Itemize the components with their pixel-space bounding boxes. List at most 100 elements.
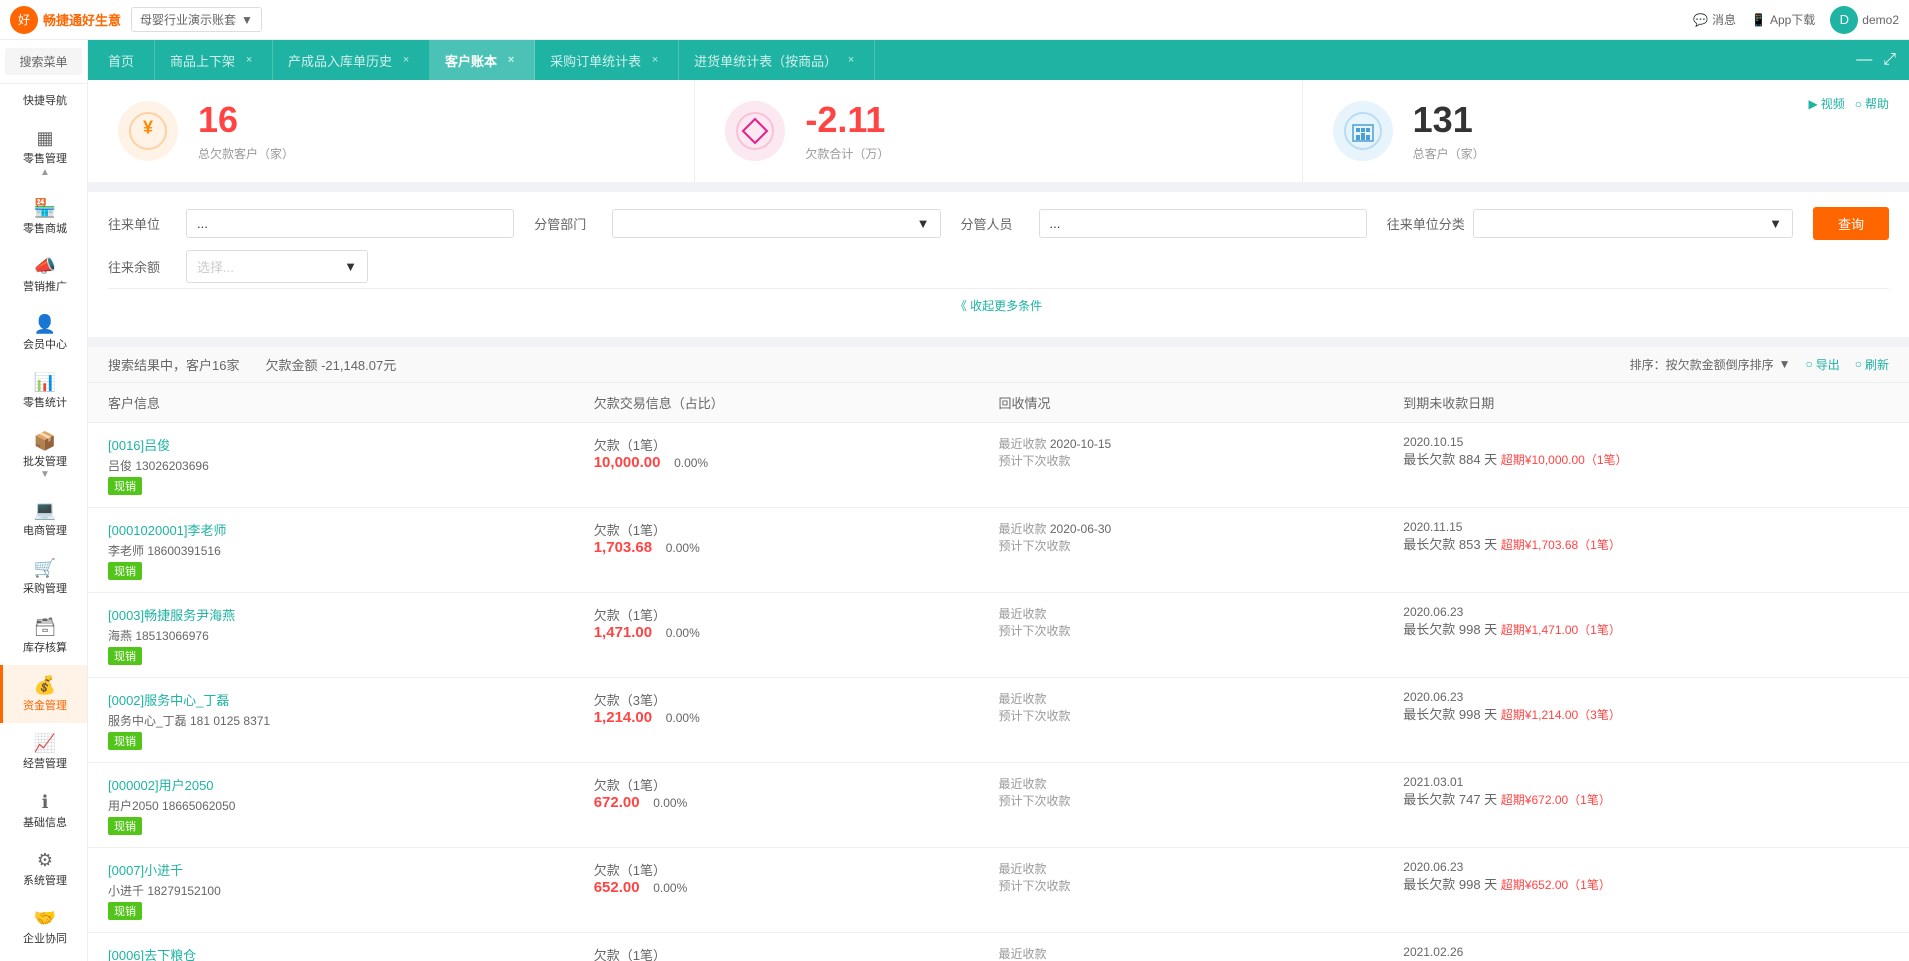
sidebar-item-purchase[interactable]: 🛒 采购管理 bbox=[0, 548, 87, 606]
help-action[interactable]: ○ 帮助 bbox=[1855, 95, 1889, 112]
sidebar-item-wholesale[interactable]: 📦 批发管理 ▼ bbox=[0, 421, 87, 490]
sidebar-item-label: 电商管理 bbox=[23, 524, 67, 538]
customer-info-cell: [0006]去下粮仓 陈小希 现销 bbox=[108, 945, 594, 961]
customer-phone: 服务中心_丁磊 181 0125 8371 bbox=[108, 712, 594, 729]
debt-amount-row: 652.00 0.00% bbox=[594, 879, 999, 896]
recovery-cell: 最近收款 预计下次收款 bbox=[998, 690, 1403, 724]
debt-amount-link[interactable]: 1,471.00 bbox=[594, 624, 652, 641]
stats-row: ¥ 16 总欠款客户（家） bbox=[88, 80, 1909, 182]
message-button[interactable]: 💬 消息 bbox=[1693, 11, 1736, 28]
sidebar-item-basic-info[interactable]: ℹ 基础信息 bbox=[0, 782, 87, 840]
sidebar-item-inventory[interactable]: 🗃 库存核算 bbox=[0, 607, 87, 665]
sort-select[interactable]: 排序：按欠款金额倒序排序 ▼ bbox=[1630, 356, 1791, 373]
debt-info-cell: 欠款（1笔） 652.00 0.00% bbox=[594, 860, 999, 896]
tab-close-icon[interactable]: × bbox=[647, 52, 663, 68]
query-button[interactable]: 查询 bbox=[1813, 207, 1889, 240]
customer-name-link[interactable]: [0003]畅捷服务尹海燕 bbox=[108, 608, 235, 623]
col-header-customer: 客户信息 bbox=[108, 393, 594, 412]
mall-icon: 🏪 bbox=[34, 198, 56, 219]
tab-expand-button[interactable]: ⤢ bbox=[1880, 48, 1899, 72]
stat-card-total-customers: 131 总客户（家） ▶ 视频 ○ 帮助 bbox=[1303, 80, 1909, 182]
search-menu-button[interactable]: 搜索菜单 bbox=[5, 48, 82, 75]
tab-collapse-button[interactable]: — bbox=[1853, 48, 1875, 72]
overdue-days: 最长欠款 998 天 bbox=[1403, 622, 1501, 637]
customer-tag: 现销 bbox=[108, 647, 142, 665]
sidebar-item-quick-nav[interactable]: 快捷导航 bbox=[0, 84, 87, 118]
table-row: [0007]小进千 小进千 18279152100 现销 欠款（1笔） 652.… bbox=[88, 848, 1909, 933]
sidebar-item-retail-mgmt[interactable]: ▦ 零售管理 ▲ bbox=[0, 118, 87, 187]
app-icon: 📱 bbox=[1751, 13, 1766, 27]
debt-amount-link[interactable]: 652.00 bbox=[594, 879, 640, 896]
refresh-button[interactable]: ○ 刷新 bbox=[1855, 356, 1889, 373]
debt-amount-link[interactable]: 1,214.00 bbox=[594, 709, 652, 726]
sidebar-item-system[interactable]: ⚙ 系统管理 bbox=[0, 840, 87, 898]
sidebar-item-enterprise[interactable]: 🤝 企业协同 bbox=[0, 898, 87, 956]
tab-product-history[interactable]: 产成品入库单历史 × bbox=[273, 40, 430, 80]
overdue-link[interactable]: 超期¥652.00（1笔） bbox=[1501, 878, 1611, 892]
customer-name-link[interactable]: [0002]服务中心_丁磊 bbox=[108, 693, 229, 708]
filter-select-dept[interactable]: ▼ bbox=[612, 209, 940, 238]
app-download-button[interactable]: 📱 App下载 bbox=[1751, 11, 1815, 28]
tab-customer-account[interactable]: 客户账本 × bbox=[430, 40, 535, 80]
tab-product-shelf[interactable]: 商品上下架 × bbox=[155, 40, 273, 80]
debt-count: 欠款（3笔） bbox=[594, 690, 999, 709]
purchase-icon: 🛒 bbox=[34, 558, 56, 579]
overdue-days: 最长欠款 747 天 bbox=[1403, 792, 1501, 807]
filter-input-unit[interactable]: ... bbox=[186, 209, 514, 238]
customer-name-link[interactable]: [0016]吕俊 bbox=[108, 438, 170, 453]
results-bar: 搜索结果中，客户16家 欠款金额 -21,148.07元 排序：按欠款金额倒序排… bbox=[88, 347, 1909, 383]
overdue-link[interactable]: 超期¥672.00（1笔） bbox=[1501, 793, 1611, 807]
tab-close-icon[interactable]: × bbox=[398, 52, 414, 68]
debt-info-cell: 欠款（1笔） 1,703.68 0.00% bbox=[594, 520, 999, 556]
collapse-bar[interactable]: 《 收起更多条件 bbox=[108, 288, 1889, 322]
sidebar-item-member[interactable]: 👤 会员中心 bbox=[0, 304, 87, 362]
filter-select-category[interactable]: ▼ bbox=[1473, 209, 1793, 238]
recovery-latest: 最近收款 bbox=[998, 775, 1403, 792]
col-header-recovery: 回收情况 bbox=[998, 393, 1403, 412]
debt-amount-link[interactable]: 1,703.68 bbox=[594, 539, 652, 556]
debt-amount-link[interactable]: 672.00 bbox=[594, 794, 640, 811]
stats-icon: 📊 bbox=[34, 372, 56, 393]
tab-label: 商品上下架 bbox=[170, 51, 235, 70]
overdue-link[interactable]: 超期¥1,703.68（1笔） bbox=[1501, 538, 1621, 552]
video-action[interactable]: ▶ 视频 bbox=[1808, 95, 1844, 112]
store-selector[interactable]: 母婴行业演示账套 ▼ bbox=[131, 7, 262, 32]
sidebar-item-guide[interactable]: 🎯 新手引导 bbox=[0, 956, 87, 961]
ecommerce-icon: 💻 bbox=[34, 500, 56, 521]
recovery-next: 预计下次收款 bbox=[998, 537, 1403, 554]
recovery-next: 预计下次收款 bbox=[998, 622, 1403, 639]
sidebar-item-operation[interactable]: 📈 经营管理 bbox=[0, 723, 87, 781]
sidebar-item-marketing[interactable]: 📣 营销推广 bbox=[0, 246, 87, 304]
operation-icon: 📈 bbox=[34, 733, 56, 754]
customer-name-link[interactable]: [000002]用户2050 bbox=[108, 778, 214, 793]
tab-purchase-stats-by-product[interactable]: 进货单统计表（按商品） × bbox=[679, 40, 875, 80]
tab-home[interactable]: 首页 bbox=[88, 40, 155, 80]
customer-name-link[interactable]: [0007]小进千 bbox=[108, 863, 183, 878]
avatar: D bbox=[1830, 6, 1858, 34]
export-button[interactable]: ○ 导出 bbox=[1805, 356, 1839, 373]
tab-purchase-order-stats[interactable]: 采购订单统计表 × bbox=[535, 40, 679, 80]
store-arrow: ▼ bbox=[241, 13, 253, 27]
sidebar-item-finance[interactable]: 💰 资金管理 bbox=[0, 665, 87, 723]
tab-close-icon[interactable]: × bbox=[241, 52, 257, 68]
sidebar-item-retail-mall[interactable]: 🏪 零售商城 bbox=[0, 188, 87, 246]
stat-card-debt-customers: ¥ 16 总欠款客户（家） bbox=[88, 80, 695, 182]
overdue-link[interactable]: 超期¥1,471.00（1笔） bbox=[1501, 623, 1621, 637]
customer-name-link[interactable]: [0006]去下粮仓 bbox=[108, 948, 196, 961]
overdue-link[interactable]: 超期¥1,214.00（3笔） bbox=[1501, 708, 1621, 722]
tab-close-icon[interactable]: × bbox=[503, 52, 519, 68]
due-date: 2021.03.01 bbox=[1403, 775, 1889, 789]
store-name: 母婴行业演示账套 bbox=[140, 11, 236, 28]
filter-input-person[interactable]: ... bbox=[1039, 209, 1367, 238]
filter-select-balance[interactable]: 选择... ▼ bbox=[186, 250, 368, 283]
sidebar-item-ecommerce[interactable]: 💻 电商管理 bbox=[0, 490, 87, 548]
customer-name-link[interactable]: [0001020001]李老师 bbox=[108, 523, 227, 538]
debt-amount-link[interactable]: 10,000.00 bbox=[594, 454, 661, 471]
tab-close-icon[interactable]: × bbox=[843, 52, 859, 68]
sidebar-item-label: 批发管理 bbox=[23, 455, 67, 469]
user-profile[interactable]: D demo2 bbox=[1830, 6, 1899, 34]
filter-label-category: 往来单位分类 bbox=[1387, 214, 1465, 233]
sidebar-item-retail-stats[interactable]: 📊 零售统计 bbox=[0, 362, 87, 420]
overdue-link[interactable]: 超期¥10,000.00（1笔） bbox=[1501, 453, 1628, 467]
main-layout: 搜索菜单 快捷导航 ▦ 零售管理 ▲ 🏪 零售商城 📣 营销推广 👤 会员中心 … bbox=[0, 40, 1909, 961]
